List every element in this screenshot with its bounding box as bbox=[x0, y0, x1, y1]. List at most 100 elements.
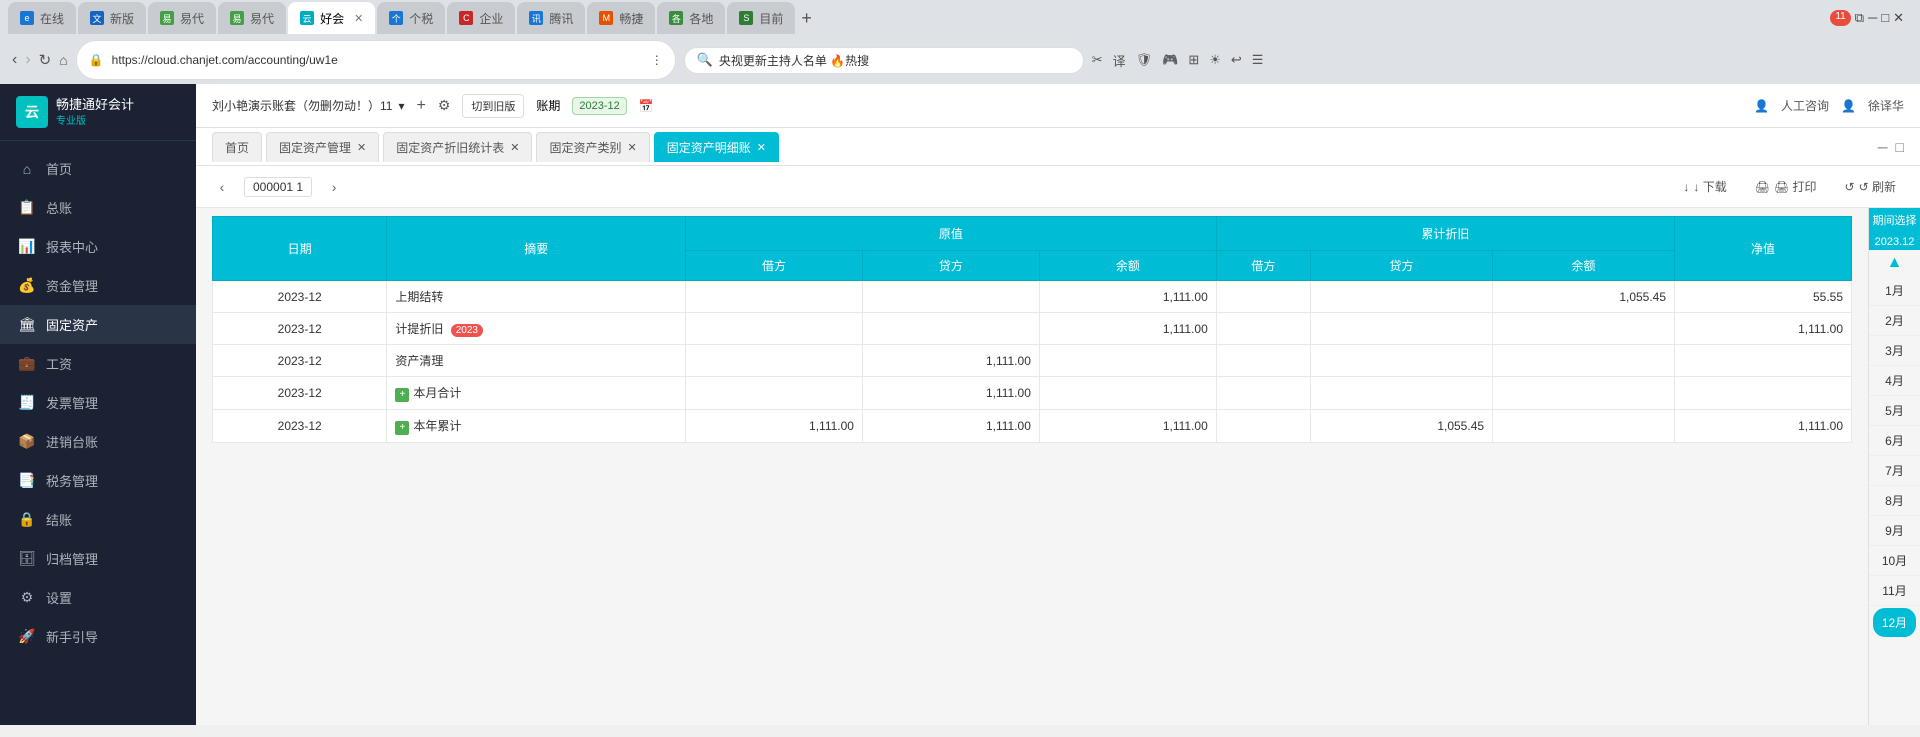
tab-maximize-icon[interactable]: □ bbox=[1896, 139, 1904, 155]
browser-tab-10[interactable]: 各 各地 bbox=[657, 2, 725, 34]
browser-tab-9[interactable]: M 畅捷 bbox=[587, 2, 655, 34]
browser-tab-7[interactable]: C 企业 bbox=[447, 2, 515, 34]
table-row: 2023-12 资产清理 1,111.00 bbox=[213, 345, 1852, 377]
browser-tab-4[interactable]: 易 易代 bbox=[218, 2, 286, 34]
tab-fixed-mgmt-close[interactable]: ✕ bbox=[357, 141, 366, 154]
url-display[interactable]: https://cloud.chanjet.com/accounting/uw1… bbox=[112, 53, 643, 67]
tab-category[interactable]: 固定资产类别 ✕ bbox=[536, 132, 649, 162]
sidebar-item-report[interactable]: 📊 报表中心 bbox=[0, 227, 196, 266]
col-netvalue-header: 净值 bbox=[1675, 217, 1852, 281]
sidebar-item-tax[interactable]: 📑 税务管理 bbox=[0, 461, 196, 500]
grid-icon[interactable]: ⊞ bbox=[1188, 52, 1199, 68]
tab-depreciation-close[interactable]: ✕ bbox=[510, 141, 519, 154]
dropdown-icon[interactable]: ▾ bbox=[398, 99, 404, 113]
window-maximize-icon[interactable]: □ bbox=[1881, 10, 1889, 26]
period-month-11[interactable]: 11月 bbox=[1869, 576, 1920, 606]
settings-button[interactable]: ⚙ bbox=[438, 97, 451, 114]
prev-page-button[interactable]: ‹ bbox=[212, 177, 232, 197]
sun-icon[interactable]: ☀ bbox=[1209, 52, 1221, 68]
tab-category-close[interactable]: ✕ bbox=[628, 141, 637, 154]
row-summary: 计提折旧 2023 bbox=[387, 313, 686, 345]
sidebar-item-inventory[interactable]: 📦 进销台账 bbox=[0, 422, 196, 461]
window-restore-icon[interactable]: ⧉ bbox=[1855, 10, 1864, 26]
add-button[interactable]: + bbox=[417, 97, 426, 115]
tab-home-label: 首页 bbox=[225, 139, 249, 156]
tab-close-5[interactable]: ✕ bbox=[354, 12, 363, 25]
sidebar-item-invoice[interactable]: 🧾 发票管理 bbox=[0, 383, 196, 422]
period-month-3[interactable]: 3月 bbox=[1869, 336, 1920, 366]
sidebar-item-settings[interactable]: ⚙ 设置 bbox=[0, 578, 196, 617]
invoice-icon: 🧾 bbox=[18, 394, 36, 412]
sidebar-item-ledger[interactable]: 📋 总账 bbox=[0, 188, 196, 227]
sidebar-item-fund[interactable]: 💰 资金管理 bbox=[0, 266, 196, 305]
period-month-9[interactable]: 9月 bbox=[1869, 516, 1920, 546]
scissors-icon[interactable]: ✂ bbox=[1092, 52, 1103, 68]
tab-fixed-mgmt[interactable]: 固定资产管理 ✕ bbox=[266, 132, 379, 162]
game-icon[interactable]: 🎮 bbox=[1162, 52, 1178, 68]
fund-icon: 💰 bbox=[18, 277, 36, 295]
next-page-button[interactable]: › bbox=[324, 177, 344, 197]
calendar-icon[interactable]: 📅 bbox=[639, 99, 654, 113]
period-month-4[interactable]: 4月 bbox=[1869, 366, 1920, 396]
shield-icon[interactable]: 🛡 bbox=[1136, 52, 1153, 68]
tab-minimize-icon[interactable]: ─ bbox=[1878, 139, 1888, 155]
window-close-icon[interactable]: ✕ bbox=[1893, 10, 1904, 26]
nav-forward[interactable]: › bbox=[25, 51, 30, 69]
sidebar-label-invoice: 发票管理 bbox=[46, 393, 98, 412]
period-month-5[interactable]: 5月 bbox=[1869, 396, 1920, 426]
user-name[interactable]: 徐译华 bbox=[1868, 97, 1904, 114]
period-month-12[interactable]: 12月 bbox=[1873, 608, 1916, 637]
sidebar-item-archive[interactable]: 🗄 归档管理 bbox=[0, 539, 196, 578]
undo-icon[interactable]: ↩ bbox=[1231, 52, 1242, 68]
more-options-icon[interactable]: ⋮ bbox=[651, 53, 663, 67]
tab-detail-close[interactable]: ✕ bbox=[757, 141, 766, 154]
ledger-icon: 📋 bbox=[18, 199, 36, 217]
switch-version-button[interactable]: 切到旧版 bbox=[462, 94, 524, 118]
nav-back[interactable]: ‹ bbox=[12, 51, 17, 69]
window-minimize-icon[interactable]: ─ bbox=[1868, 10, 1877, 26]
period-month-10[interactable]: 10月 bbox=[1869, 546, 1920, 576]
col-accum-header: 累计折旧 bbox=[1216, 217, 1674, 251]
new-tab-button[interactable]: + bbox=[801, 8, 812, 29]
table-row: 2023-12 +本月合计 1,111.00 bbox=[213, 377, 1852, 410]
period-month-1[interactable]: 1月 bbox=[1869, 276, 1920, 306]
refresh-button[interactable]: ↺ ↺ 刷新 bbox=[1837, 174, 1904, 199]
browser-tab-5[interactable]: 云 好会 ✕ bbox=[288, 2, 375, 34]
tab-detail[interactable]: 固定资产明细账 ✕ bbox=[654, 132, 779, 162]
sidebar-item-guide[interactable]: 🚀 新手引导 bbox=[0, 617, 196, 656]
sidebar-label-settings: 设置 bbox=[46, 588, 72, 607]
sidebar-item-payroll[interactable]: 💼 工资 bbox=[0, 344, 196, 383]
period-month-7[interactable]: 7月 bbox=[1869, 456, 1920, 486]
print-button[interactable]: 🖨 🖨 打印 bbox=[1747, 174, 1825, 199]
menu-icon[interactable]: ☰ bbox=[1252, 52, 1264, 68]
tab-home[interactable]: 首页 bbox=[212, 132, 262, 162]
nav-home[interactable]: ⌂ bbox=[59, 52, 67, 68]
download-button[interactable]: ↓ ↓ 下载 bbox=[1675, 174, 1734, 199]
row-netvalue: 1,111.00 bbox=[1675, 313, 1852, 345]
browser-tab-8[interactable]: 讯 腾讯 bbox=[517, 2, 585, 34]
browser-tab-1[interactable]: e 在线 bbox=[8, 2, 76, 34]
translate-icon[interactable]: 译 bbox=[1113, 51, 1126, 70]
browser-tab-6[interactable]: 个 个税 bbox=[377, 2, 445, 34]
browser-tab-11[interactable]: S 目前 bbox=[727, 2, 795, 34]
tab-depreciation[interactable]: 固定资产折旧统计表 ✕ bbox=[383, 132, 532, 162]
row-accum-credit bbox=[1311, 281, 1493, 313]
page-number[interactable]: 000001 1 bbox=[244, 177, 312, 197]
tab-favicon-1: e bbox=[20, 11, 34, 25]
period-month-6[interactable]: 6月 bbox=[1869, 426, 1920, 456]
sidebar-item-fixed[interactable]: 🏛 固定资产 bbox=[0, 305, 196, 344]
sidebar-item-close[interactable]: 🔒 结账 bbox=[0, 500, 196, 539]
browser-tab-3[interactable]: 易 易代 bbox=[148, 2, 216, 34]
row-summary: +本年累计 bbox=[387, 410, 686, 443]
period-month-8[interactable]: 8月 bbox=[1869, 486, 1920, 516]
inventory-icon: 📦 bbox=[18, 433, 36, 451]
sidebar-item-home[interactable]: ⌂ 首页 bbox=[0, 149, 196, 188]
help-label[interactable]: 人工咨询 bbox=[1781, 97, 1829, 114]
period-up-arrow[interactable]: ▲ bbox=[1869, 250, 1920, 276]
nav-refresh[interactable]: ↻ bbox=[39, 51, 52, 69]
browser-tab-2[interactable]: 文 新版 bbox=[78, 2, 146, 34]
period-month-2[interactable]: 2月 bbox=[1869, 306, 1920, 336]
report-icon: 📊 bbox=[18, 238, 36, 256]
search-text[interactable]: 央视更新主持人名单 🔥热搜 bbox=[719, 52, 869, 69]
row-accum-balance bbox=[1493, 410, 1675, 443]
